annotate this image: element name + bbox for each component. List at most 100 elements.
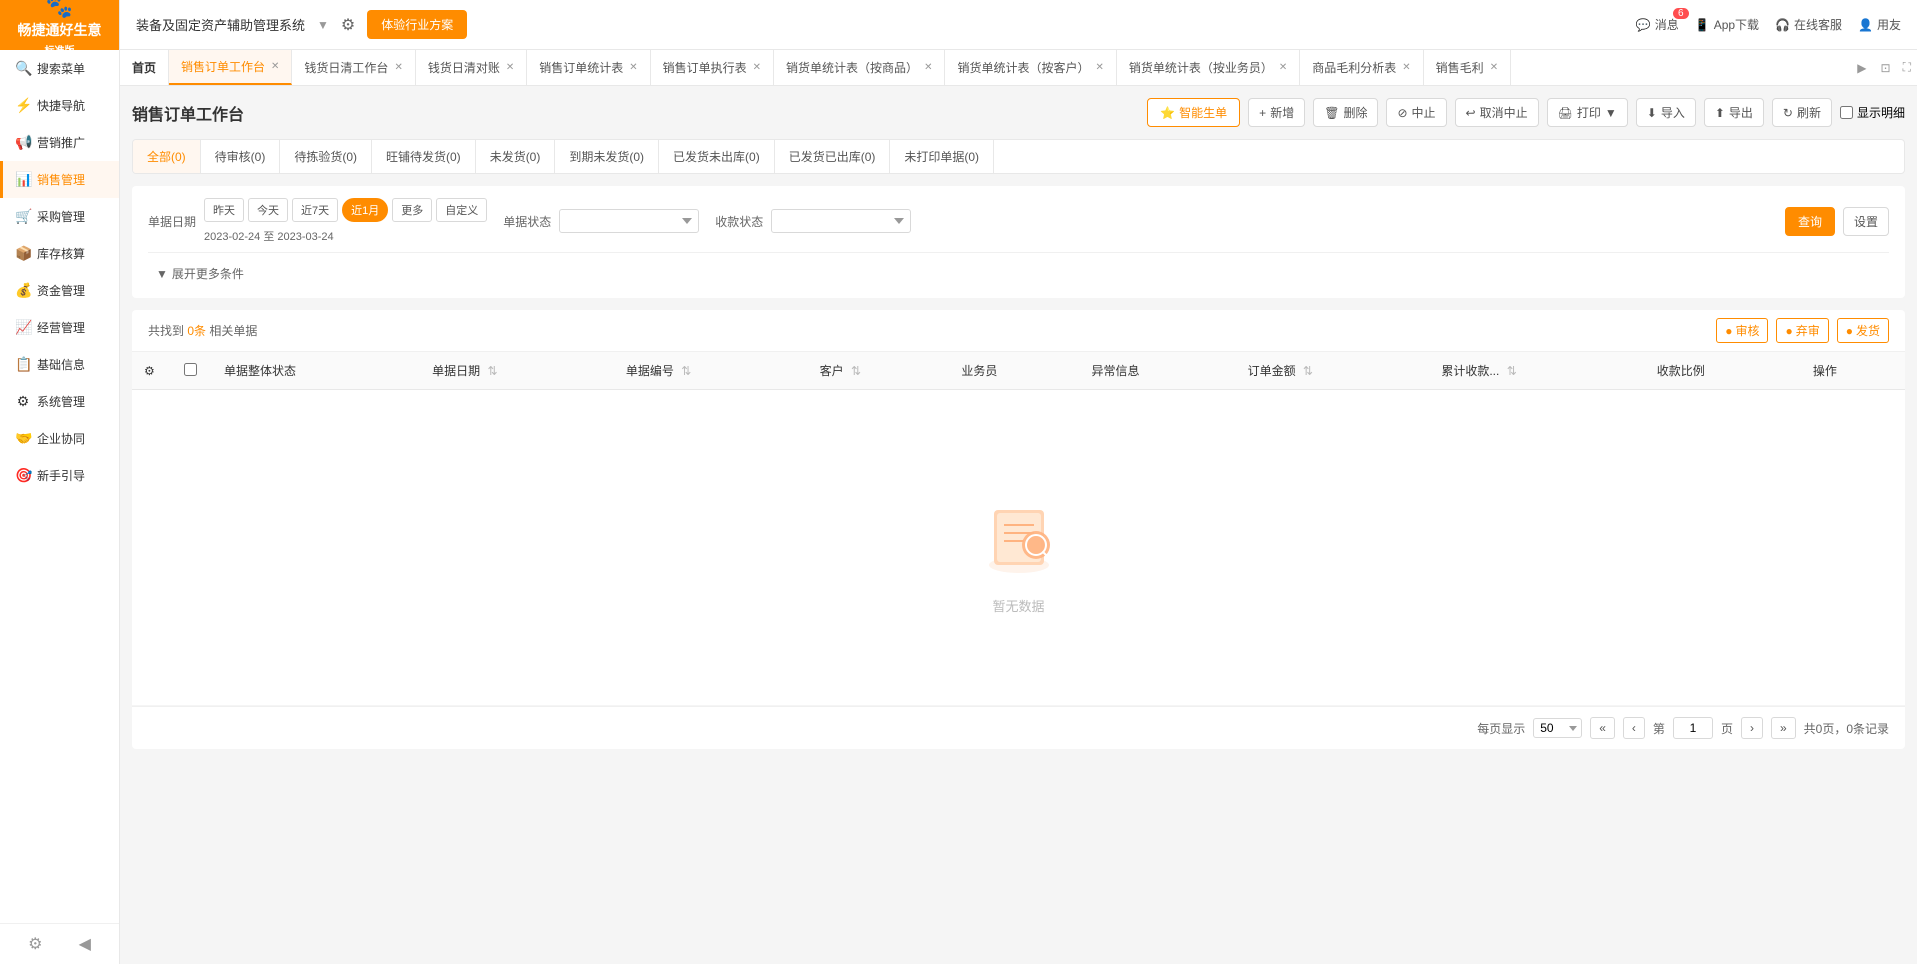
topbar-settings-btn[interactable]: ⚙ [341,15,355,35]
sidebar-item-basic-info[interactable]: 📋基础信息 [0,346,119,383]
page-title: 销售订单工作台 [132,101,244,125]
tab-4[interactable]: 销售订单统计表✕ [527,50,650,85]
filter-tab-4[interactable]: 未发货(0) [476,140,556,173]
payment-select[interactable] [771,209,911,233]
date-btn-近7天[interactable]: 近7天 [292,198,338,222]
app-download-btn[interactable]: 📱 App下载 [1695,16,1759,33]
import-btn[interactable]: ⬇ 导入 [1636,98,1696,127]
th-checkbox[interactable] [172,352,212,390]
cancel-stop-btn[interactable]: ↩ 取消中止 [1455,98,1539,127]
status-select[interactable] [559,209,699,233]
system-dropdown-btn[interactable]: ▼ [317,18,329,32]
tab-close-2[interactable]: ✕ [394,62,402,73]
th-customer[interactable]: 客户 ⇅ [808,352,950,390]
first-page-btn[interactable]: « [1590,717,1615,739]
tab-1[interactable]: 销售订单工作台✕ [169,50,292,85]
sidebar-item-system[interactable]: ⚙系统管理 [0,383,119,420]
filter-tab-3[interactable]: 旺铺待发货(0) [372,140,476,173]
select-all-checkbox[interactable] [184,363,197,376]
date-btn-昨天[interactable]: 昨天 [204,198,244,222]
tab-0[interactable]: 首页 [120,50,169,85]
industry-btn[interactable]: 体验行业方案 [367,10,467,39]
tab-fullscreen-btn[interactable]: ⛶ [1897,50,1917,85]
sidebar-item-enterprise[interactable]: 🤝企业协同 [0,420,119,457]
page-input[interactable] [1673,717,1713,739]
expand-btn[interactable]: ▼ 展开更多条件 [148,261,1889,286]
date-btn-自定义[interactable]: 自定义 [436,198,487,222]
tab-close-7[interactable]: ✕ [1095,62,1103,73]
filter-tab-1[interactable]: 待审核(0) [201,140,281,173]
tab-close-6[interactable]: ✕ [924,62,932,73]
tab-close-9[interactable]: ✕ [1402,62,1410,73]
tab-2[interactable]: 钱货日清工作台✕ [292,50,415,85]
tab-more-btn[interactable]: ▶ [1849,50,1874,85]
last-page-btn[interactable]: » [1771,717,1796,739]
sidebar-item-search[interactable]: 🔍搜索菜单 [0,50,119,87]
sidebar-collapse-btn[interactable]: ◀ [79,934,91,954]
deliver-btn[interactable]: ● 发货 [1837,318,1889,343]
th-date[interactable]: 单据日期 ⇅ [420,352,614,390]
user-btn[interactable]: 👤 用友 [1858,16,1901,33]
unapprove-btn[interactable]: ● 弃审 [1776,318,1828,343]
tab-label-8: 销货单统计表（按业务员） [1129,59,1273,76]
tab-close-1[interactable]: ✕ [271,61,279,72]
tab-3[interactable]: 钱货日清对账✕ [416,50,527,85]
filter-tab-0[interactable]: 全部(0) [133,140,201,173]
filter-tab-7[interactable]: 已发货已出库(0) [775,140,891,173]
tab-close-4[interactable]: ✕ [629,62,637,73]
date-btn-近1月[interactable]: 近1月 [342,198,388,222]
th-settings[interactable]: ⚙ [132,352,172,390]
sidebar-item-guide[interactable]: 🎯新手引导 [0,457,119,494]
sidebar-item-purchase[interactable]: 🛒采购管理 [0,198,119,235]
prev-page-btn[interactable]: ‹ [1623,717,1645,739]
sidebar-settings-btn[interactable]: ⚙ [28,934,42,954]
refresh-btn[interactable]: ↻ 刷新 [1772,98,1832,127]
filter-tab-5[interactable]: 到期未发货(0) [555,140,659,173]
delete-btn[interactable]: 🗑 删除 [1313,98,1378,127]
tab-restore-btn[interactable]: ⊡ [1875,50,1897,85]
settings-btn[interactable]: 设置 [1843,207,1889,236]
filter-tab-2[interactable]: 待拣验货(0) [280,140,372,173]
sidebar-item-finance[interactable]: 💰资金管理 [0,272,119,309]
tab-9[interactable]: 商品毛利分析表✕ [1300,50,1423,85]
tab-8[interactable]: 销货单统计表（按业务员） ✕ [1117,50,1300,85]
page-size-select[interactable]: 50 10 20 100 [1533,718,1582,738]
online-service-btn[interactable]: 🎧 在线客服 [1775,16,1842,33]
nav-label-guide: 新手引导 [37,467,85,484]
sidebar-item-sales[interactable]: 📊销售管理 [0,161,119,198]
th-amount[interactable]: 订单金额 ⇅ [1236,352,1430,390]
tab-close-3[interactable]: ✕ [506,62,514,73]
page-word: 第 [1653,720,1665,737]
tab-close-5[interactable]: ✕ [753,62,761,73]
approve-btn[interactable]: ● 审核 [1716,318,1768,343]
user-name: 用友 [1877,16,1901,33]
show-detail-checkbox[interactable] [1840,106,1853,119]
tab-6[interactable]: 销货单统计表（按商品）✕ [774,50,945,85]
filter-tab-6[interactable]: 已发货未出库(0) [659,140,775,173]
cancel-stop-icon: ↩ [1466,106,1476,120]
sidebar-item-marketing[interactable]: 📢营销推广 [0,124,119,161]
expand-icon: ▼ [156,267,168,281]
export-btn[interactable]: ⬆ 导出 [1704,98,1764,127]
add-btn[interactable]: + 新增 [1248,98,1305,127]
next-page-btn[interactable]: › [1741,717,1763,739]
query-btn[interactable]: 查询 [1785,207,1835,236]
show-detail-label[interactable]: 显示明细 [1840,104,1905,121]
sidebar-item-inventory[interactable]: 📦库存核算 [0,235,119,272]
tab-close-10[interactable]: ✕ [1490,62,1498,73]
date-btn-今天[interactable]: 今天 [248,198,288,222]
smart-btn[interactable]: ⭐ 智能生单 [1147,98,1240,127]
tab-7[interactable]: 销货单统计表（按客户）✕ [945,50,1116,85]
tab-10[interactable]: 销售毛利✕ [1424,50,1511,85]
date-btn-更多[interactable]: 更多 [392,198,432,222]
print-btn[interactable]: 🖨 打印 ▼ [1547,98,1628,127]
sidebar-item-operation[interactable]: 📈经营管理 [0,309,119,346]
stop-btn[interactable]: ⊘ 中止 [1386,98,1446,127]
th-collected[interactable]: 累计收款... ⇅ [1429,352,1644,390]
tab-close-8[interactable]: ✕ [1279,62,1287,73]
filter-tab-8[interactable]: 未打印单据(0) [890,140,994,173]
tab-5[interactable]: 销售订单执行表✕ [651,50,774,85]
th-number[interactable]: 单据编号 ⇅ [614,352,808,390]
sidebar-item-quick-nav[interactable]: ⚡快捷导航 [0,87,119,124]
message-btn[interactable]: 💬 消息 6 [1636,16,1679,33]
